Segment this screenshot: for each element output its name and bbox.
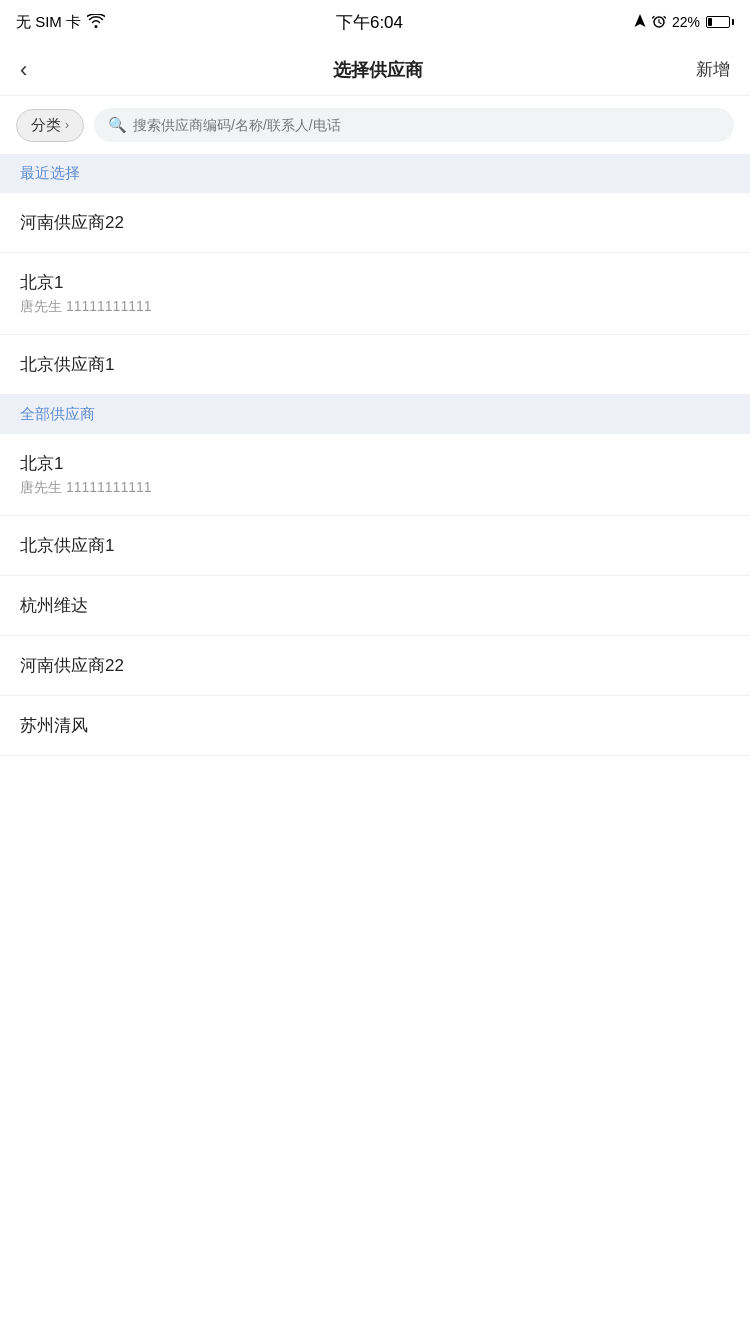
battery-icon: [706, 16, 734, 28]
section-header-recent: 最近选择: [0, 154, 750, 193]
battery-percent: 22%: [672, 14, 700, 30]
list-item[interactable]: 杭州维达: [0, 576, 750, 636]
no-sim-text: 无 SIM 卡: [16, 13, 81, 32]
back-button[interactable]: ‹: [20, 57, 60, 83]
supplier-list: 最近选择河南供应商22 北京1 唐先生 11111111111 北京供应商1 全部供应商…: [0, 154, 750, 756]
category-label: 分类: [31, 116, 61, 135]
status-right: 22%: [634, 14, 734, 31]
list-item[interactable]: 河南供应商22: [0, 193, 750, 253]
filter-bar: 分类 › 🔍: [0, 96, 750, 154]
list-item[interactable]: 北京供应商1: [0, 335, 750, 395]
section-header-text-all: 全部供应商: [20, 405, 95, 422]
status-left: 无 SIM 卡: [16, 13, 105, 32]
item-name: 苏州清风: [20, 714, 730, 737]
list-item[interactable]: 北京1 唐先生 11111111111: [0, 434, 750, 516]
item-name: 河南供应商22: [20, 211, 730, 234]
list-item[interactable]: 苏州清风: [0, 696, 750, 756]
section-header-text-recent: 最近选择: [20, 164, 80, 181]
list-item[interactable]: 北京1 唐先生 11111111111: [0, 253, 750, 335]
wifi-icon: [87, 14, 105, 31]
search-box: 🔍: [94, 108, 734, 142]
search-input[interactable]: [133, 117, 720, 133]
item-name: 杭州维达: [20, 594, 730, 617]
chevron-right-icon: ›: [65, 118, 69, 132]
item-name: 河南供应商22: [20, 654, 730, 677]
nav-bar: ‹ 选择供应商 新增: [0, 44, 750, 96]
item-sub: 唐先生 11111111111: [20, 479, 730, 497]
status-bar: 无 SIM 卡 下午6:04 22%: [0, 0, 750, 44]
item-name: 北京供应商1: [20, 353, 730, 376]
category-filter-button[interactable]: 分类 ›: [16, 109, 84, 142]
status-time: 下午6:04: [336, 11, 403, 34]
list-item[interactable]: 河南供应商22: [0, 636, 750, 696]
item-name: 北京1: [20, 271, 730, 294]
item-name: 北京1: [20, 452, 730, 475]
location-icon: [634, 14, 646, 31]
alarm-icon: [652, 14, 666, 31]
item-sub: 唐先生 11111111111: [20, 298, 730, 316]
add-button[interactable]: 新增: [696, 58, 730, 81]
list-item[interactable]: 北京供应商1: [0, 516, 750, 576]
page-title: 选择供应商: [333, 58, 423, 82]
section-header-all: 全部供应商: [0, 395, 750, 434]
item-name: 北京供应商1: [20, 534, 730, 557]
search-icon: 🔍: [108, 116, 127, 134]
